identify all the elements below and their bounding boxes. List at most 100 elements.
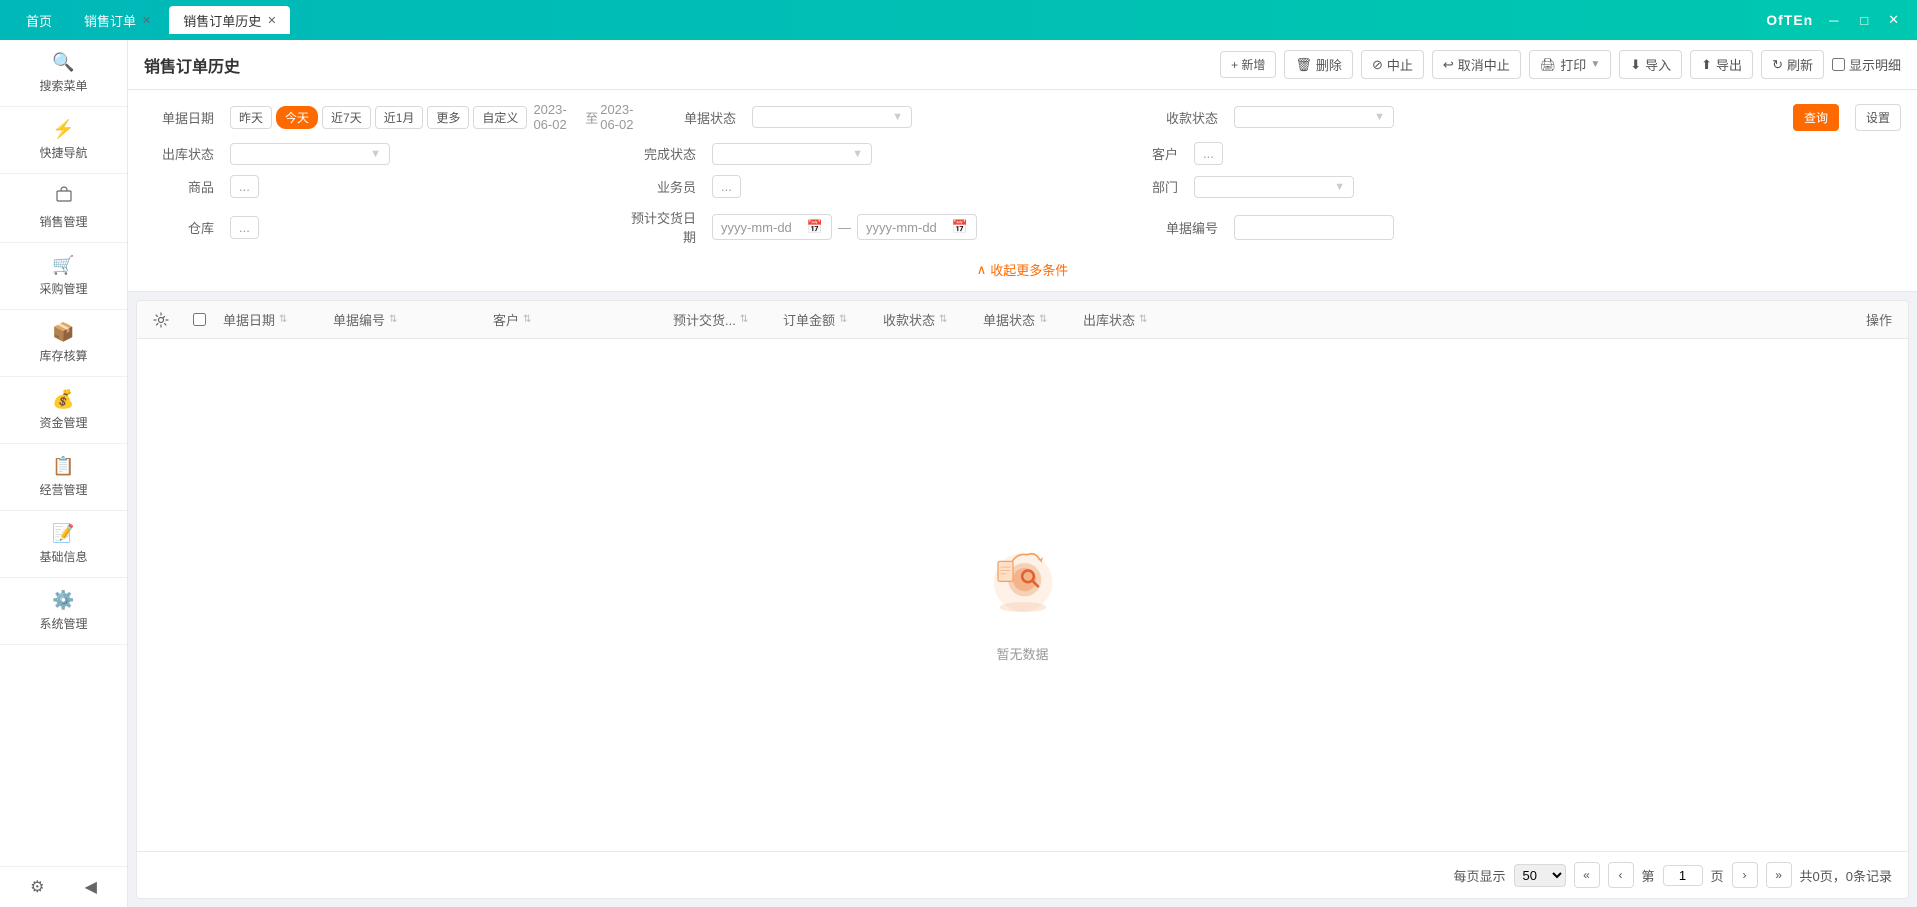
close-button[interactable]: ✕ [1882,10,1905,30]
top-bar: 首页 销售订单 ✕ 销售订单历史 ✕ OfTEn － □ ✕ [0,0,1917,40]
date-btn-1month[interactable]: 近1月 [375,106,424,129]
date-btn-7days[interactable]: 近7天 [322,106,371,129]
th-customer[interactable]: 客户 ⇅ [485,310,665,329]
show-detail-toggle[interactable]: 显示明细 [1832,55,1901,74]
select-all-checkbox[interactable] [193,313,206,326]
department-control: ▼ [1194,176,1574,198]
sidebar-item-basic-info[interactable]: 📝 基础信息 [0,511,127,578]
product-picker[interactable]: ... [230,175,259,198]
prev-page-button[interactable]: ‹ [1608,862,1634,888]
completion-status-label: 完成状态 [626,144,696,163]
sidebar-settings-icon[interactable]: ⚙ [30,877,44,897]
sidebar-item-operations-label: 经营管理 [39,481,87,498]
stop-button[interactable]: ⊘ 中止 [1361,50,1424,79]
tab-sales-order[interactable]: 销售订单 ✕ [70,6,165,34]
warehouse-picker[interactable]: ... [230,216,259,239]
print-icon: 🖨 [1540,57,1557,73]
payment-status-select[interactable]: ▼ [1234,106,1394,128]
delivery-date-control: yyyy-mm-dd 📅 — yyyy-mm-dd 📅 [712,214,1132,240]
delete-button[interactable]: 🗑 删除 [1284,50,1353,79]
search-menu-icon: 🔍 [52,52,74,73]
sidebar-item-search-menu[interactable]: 🔍 搜索菜单 [0,40,127,107]
doc-no-label: 单据编号 [1148,218,1218,237]
customer-picker[interactable]: ... [1194,142,1223,165]
new-button[interactable]: + 新增 [1220,51,1276,78]
shipment-status-label: 出库状态 [144,144,214,163]
department-arrow: ▼ [1334,181,1345,193]
sidebar-item-purchase-mgmt[interactable]: 🛒 采购管理 [0,243,127,310]
th-order-status-label: 单据状态 [983,310,1035,329]
show-detail-checkbox[interactable] [1832,58,1845,71]
sidebar-item-operations[interactable]: 📋 经营管理 [0,444,127,511]
calendar-to-icon: 📅 [952,219,968,235]
sidebar-item-inventory[interactable]: 📦 库存核算 [0,310,127,377]
completion-status-select[interactable]: ▼ [712,143,872,165]
th-doc-date[interactable]: 单据日期 ⇅ [215,310,325,329]
th-delivery[interactable]: 预计交货... ⇅ [665,310,775,329]
shipment-status-select[interactable]: ▼ [230,143,390,165]
sidebar-item-search-menu-label: 搜索菜单 [39,77,87,94]
th-amount[interactable]: 订单金额 ⇅ [775,310,875,329]
th-checkbox[interactable] [185,313,215,326]
th-order-status[interactable]: 单据状态 ⇅ [975,310,1075,329]
date-btn-more[interactable]: 更多 [427,106,469,129]
th-payment-status[interactable]: 收款状态 ⇅ [875,310,975,329]
query-button[interactable]: 查询 [1793,104,1839,131]
tab-home[interactable]: 首页 [12,6,66,34]
th-shipment-status[interactable]: 出库状态 ⇅ [1075,310,1175,329]
page-header: 销售订单历史 + 新增 🗑 删除 ⊘ 中止 ↩ 取消中止 🖨 打印 [128,40,1917,90]
maximize-button[interactable]: □ [1854,11,1874,30]
inventory-icon: 📦 [52,322,74,343]
export-button[interactable]: ⬆ 导出 [1690,50,1753,79]
first-page-button[interactable]: « [1574,862,1600,888]
doc-no-input[interactable] [1234,215,1394,240]
collapse-bar[interactable]: ∧ 收起更多条件 [144,256,1901,279]
print-button[interactable]: 🖨 打印 ▼ [1529,50,1611,79]
order-status-select[interactable]: ▼ [752,106,912,128]
close-sales-order-tab[interactable]: ✕ [142,14,151,27]
collapse-text: 收起更多条件 [990,260,1068,279]
date-filter-control: 昨天 今天 近7天 近1月 更多 自定义 2023-06-02 至 2023-0… [230,102,650,132]
department-select[interactable]: ▼ [1194,176,1354,198]
tab-home-label: 首页 [26,11,52,30]
sidebar-item-system-label: 系统管理 [39,615,87,632]
warehouse-control: ... [230,216,610,239]
sidebar-item-sales-mgmt[interactable]: 销售管理 [0,174,127,243]
sidebar-item-finance[interactable]: 💰 资金管理 [0,377,127,444]
th-customer-label: 客户 [493,310,519,329]
sidebar-collapse-icon[interactable]: ◀ [85,877,97,897]
page-title: 销售订单历史 [144,53,240,77]
product-control: ... [230,175,610,198]
page-size-select[interactable]: 50 10 20 100 [1514,864,1566,887]
basic-info-icon: 📝 [52,523,74,544]
delivery-date-to-text: yyyy-mm-dd [866,220,937,235]
sidebar-bottom: ⚙ ◀ [0,866,127,907]
last-page-button[interactable]: » [1766,862,1792,888]
th-doc-no[interactable]: 单据编号 ⇅ [325,310,485,329]
sidebar-item-quick-nav[interactable]: ⚡ 快捷导航 [0,107,127,174]
empty-illustration [973,528,1073,628]
date-btn-today[interactable]: 今天 [276,106,318,129]
date-btn-yesterday[interactable]: 昨天 [230,106,272,129]
settings-filter-button[interactable]: 设置 [1855,104,1901,131]
sort-payment-icon: ⇅ [939,314,947,325]
th-settings[interactable] [145,312,185,328]
date-btn-custom[interactable]: 自定义 [473,106,527,129]
tab-sales-order-history[interactable]: 销售订单历史 ✕ [169,6,290,34]
delivery-date-to-input[interactable]: yyyy-mm-dd 📅 [857,214,977,240]
delivery-date-from-input[interactable]: yyyy-mm-dd 📅 [712,214,832,240]
warehouse-label: 仓库 [144,218,214,237]
sidebar-item-basic-info-label: 基础信息 [39,548,87,565]
page-label-before: 第 [1642,866,1655,885]
minimize-button[interactable]: － [1821,9,1846,32]
sidebar-item-purchase-mgmt-label: 采购管理 [39,280,87,297]
close-sales-order-history-tab[interactable]: ✕ [267,14,276,27]
current-page-input[interactable] [1663,865,1703,886]
refresh-button[interactable]: ↻ 刷新 [1761,50,1824,79]
next-page-button[interactable]: › [1732,862,1758,888]
cancel-stop-button[interactable]: ↩ 取消中止 [1432,50,1521,79]
sidebar-item-system[interactable]: ⚙️ 系统管理 [0,578,127,645]
import-button[interactable]: ⬇ 导入 [1619,50,1682,79]
salesperson-picker[interactable]: ... [712,175,741,198]
payment-status-arrow: ▼ [1374,111,1385,123]
